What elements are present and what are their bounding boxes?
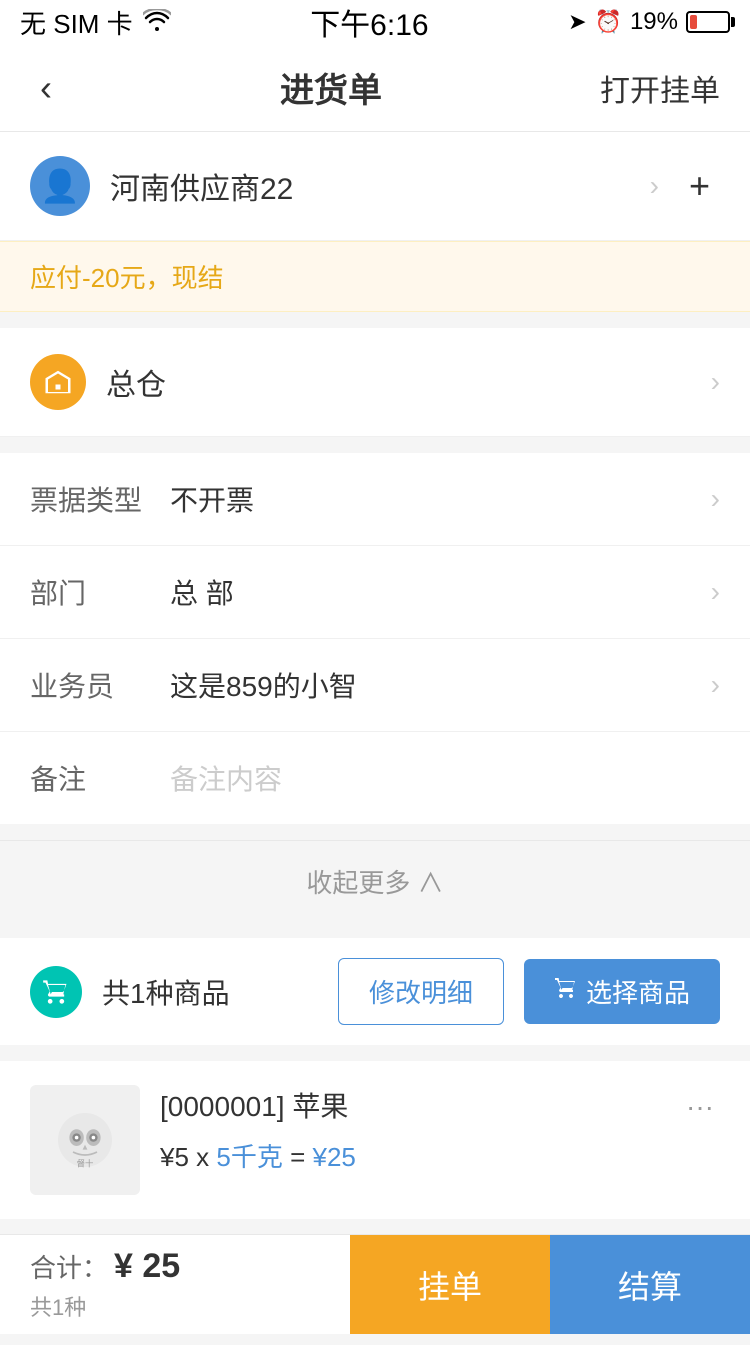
quantity: 5千克 <box>216 1142 282 1172</box>
warehouse-row[interactable]: 总仓 › <box>0 328 750 437</box>
battery-icon <box>686 11 730 33</box>
settle-button[interactable]: 结算 <box>550 1235 750 1334</box>
product-price: ¥5 x 5千克 = ¥25 <box>160 1137 660 1174</box>
edit-detail-button[interactable]: 修改明细 <box>338 958 504 1025</box>
supplier-row[interactable]: 👤 河南供应商22 › + <box>0 132 750 241</box>
product-name: [0000001] 苹果 <box>160 1085 660 1125</box>
svg-text:督十: 督十 <box>77 1158 94 1168</box>
product-header: 共1种商品 修改明细 选择商品 <box>0 938 750 1045</box>
remark-placeholder: 备注内容 <box>150 758 720 798</box>
select-product-label: 选择商品 <box>586 973 690 1010</box>
status-bar: 无 SIM 卡 下午6:16 ➤ ⏰ 19% <box>0 0 750 44</box>
collapse-bar[interactable]: 收起更多 ∧ <box>0 840 750 922</box>
chevron-right-icon: › <box>711 483 720 515</box>
invoice-type-label: 票据类型 <box>30 479 150 519</box>
product-icon <box>30 966 82 1018</box>
form-section: 票据类型 不开票 › 部门 总 部 › 业务员 这是859的小智 › 备注 备注… <box>0 453 750 824</box>
wifi-icon <box>143 7 171 38</box>
warehouse-icon-wrap <box>30 354 86 410</box>
status-right: ➤ ⏰ 19% <box>568 8 730 36</box>
total-label: 合计： <box>30 1248 108 1285</box>
product-item: 督十 [0000001] 苹果 ¥5 x 5千克 = ¥25 ··· <box>0 1061 750 1219</box>
warehouse-section: 总仓 › <box>0 328 750 437</box>
battery-percent: 19% <box>630 8 678 36</box>
select-product-button[interactable]: 选择商品 <box>524 959 720 1024</box>
carrier-text: 无 SIM 卡 <box>20 4 133 41</box>
product-more-button[interactable]: ··· <box>680 1085 720 1129</box>
cart-icon <box>42 978 70 1006</box>
supplier-section: 👤 河南供应商22 › + 应付-20元，现结 <box>0 132 750 312</box>
department-row[interactable]: 部门 总 部 › <box>0 546 750 639</box>
department-value: 总 部 <box>150 572 711 612</box>
salesperson-row[interactable]: 业务员 这是859的小智 › <box>0 639 750 732</box>
bottom-bar: 合计： ¥ 25 共1种 挂单 结算 <box>0 1234 750 1334</box>
location-icon: ➤ <box>568 9 586 35</box>
total-amount-row: 合计： ¥ 25 <box>30 1247 320 1286</box>
main-content: 👤 河南供应商22 › + 应付-20元，现结 总仓 › 票据类型 不开票 › <box>0 132 750 1345</box>
total-price: ¥25 <box>313 1142 356 1172</box>
product-count: 共1种商品 <box>102 972 318 1012</box>
total-value: ¥ 25 <box>114 1247 180 1286</box>
open-pending-button[interactable]: 打开挂单 <box>600 66 720 110</box>
remark-label: 备注 <box>30 758 150 798</box>
salesperson-label: 业务员 <box>30 665 150 705</box>
invoice-type-value: 不开票 <box>150 479 711 519</box>
unit-price: ¥5 x <box>160 1142 216 1172</box>
add-supplier-button[interactable]: + <box>679 165 720 207</box>
back-button[interactable]: ‹ <box>30 57 62 119</box>
total-count: 共1种 <box>30 1290 320 1322</box>
equals: = <box>290 1142 312 1172</box>
product-code: [0000001] <box>160 1091 292 1122</box>
chevron-right-icon: › <box>650 170 659 202</box>
product-info: [0000001] 苹果 ¥5 x 5千克 = ¥25 <box>160 1085 660 1174</box>
salesperson-value: 这是859的小智 <box>150 665 711 705</box>
warehouse-icon <box>43 367 73 397</box>
avatar: 👤 <box>30 156 90 216</box>
status-time: 下午6:16 <box>310 0 428 44</box>
page-title: 进货单 <box>280 63 382 112</box>
hang-order-button[interactable]: 挂单 <box>350 1235 550 1334</box>
total-section: 合计： ¥ 25 共1种 <box>0 1235 350 1334</box>
product-thumbnail: 督十 <box>30 1085 140 1195</box>
chevron-right-icon: › <box>711 366 720 398</box>
warehouse-label: 总仓 <box>106 360 711 404</box>
status-left: 无 SIM 卡 <box>20 4 171 41</box>
notice-bar: 应付-20元，现结 <box>0 241 750 312</box>
nav-bar: ‹ 进货单 打开挂单 <box>0 44 750 132</box>
owl-logo: 督十 <box>55 1110 115 1170</box>
product-title: 苹果 <box>292 1091 348 1122</box>
chevron-right-icon: › <box>711 576 720 608</box>
remark-row[interactable]: 备注 备注内容 <box>0 732 750 824</box>
invoice-type-row[interactable]: 票据类型 不开票 › <box>0 453 750 546</box>
department-label: 部门 <box>30 572 150 612</box>
chevron-right-icon: › <box>711 669 720 701</box>
select-icon <box>554 976 578 1007</box>
supplier-name: 河南供应商22 <box>110 164 650 208</box>
alarm-icon: ⏰ <box>595 9 622 35</box>
